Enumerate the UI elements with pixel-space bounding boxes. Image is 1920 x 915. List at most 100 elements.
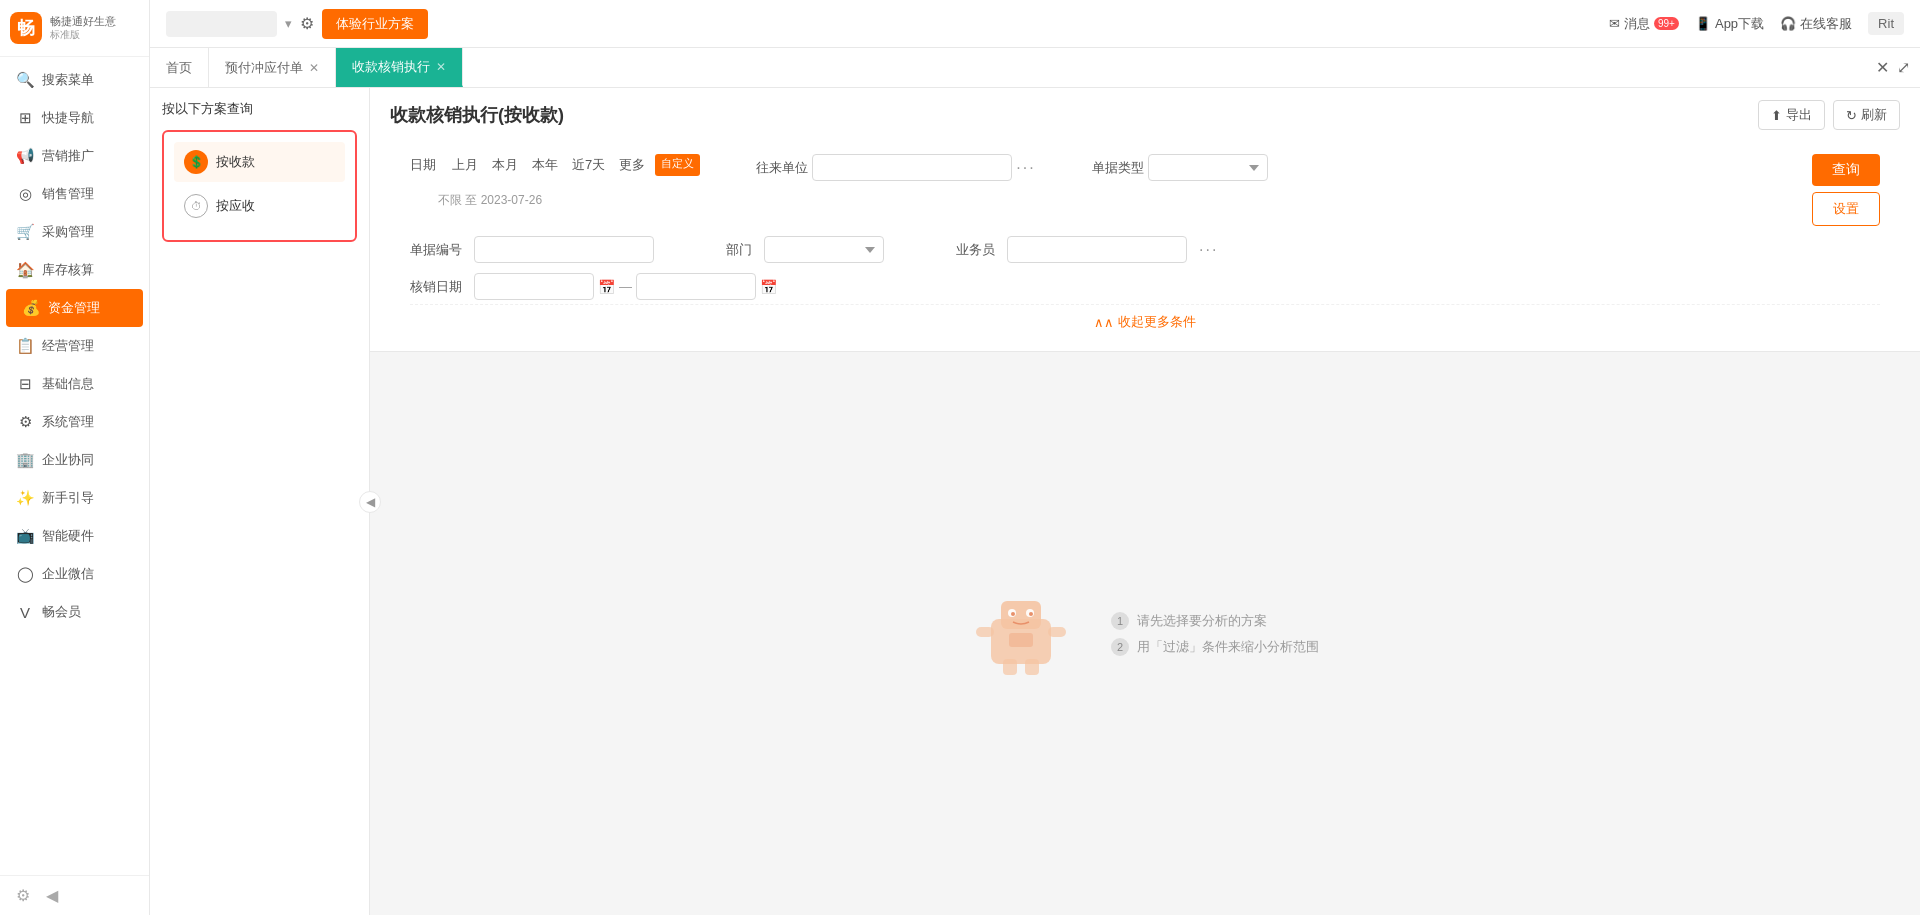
system-icon: ⚙ bbox=[16, 413, 34, 431]
sidebar-item-hardware[interactable]: 📺 智能硬件 bbox=[0, 517, 149, 555]
close-window-btn[interactable]: ✕ bbox=[1876, 58, 1889, 77]
marketing-icon: 📢 bbox=[16, 147, 34, 165]
message-item[interactable]: ✉ 消息 99+ bbox=[1609, 15, 1679, 33]
tab-prepay-close[interactable]: ✕ bbox=[309, 61, 319, 75]
department-select[interactable] bbox=[764, 236, 884, 263]
verify-date-start-input[interactable]: 2023-03-01 bbox=[474, 273, 594, 300]
sidebar-item-finance[interactable]: 💰 资金管理 bbox=[6, 289, 143, 327]
headset-icon: 🎧 bbox=[1780, 16, 1796, 31]
right-content-panel: 收款核销执行(按收款) ⬆ 导出 ↻ 刷新 bbox=[370, 88, 1920, 915]
collapse-more-btn[interactable]: ∧∧ 收起更多条件 bbox=[410, 304, 1880, 339]
filter-row-2: 单据编号 部门 业务员 ··· bbox=[410, 236, 1880, 263]
guide-icon: ✨ bbox=[16, 489, 34, 507]
collapse-sidebar-icon[interactable]: ◀ bbox=[46, 886, 58, 905]
sidebar-item-sales[interactable]: ◎ 销售管理 bbox=[0, 175, 149, 213]
page-title: 收款核销执行(按收款) bbox=[390, 103, 564, 127]
bill-no-input[interactable] bbox=[474, 236, 654, 263]
export-button[interactable]: ⬆ 导出 bbox=[1758, 100, 1825, 130]
calendar-start-icon[interactable]: 📅 bbox=[598, 279, 615, 295]
tab-home[interactable]: 首页 bbox=[150, 48, 209, 87]
empty-state-container: 1 请先选择要分析的方案 2 用「过滤」条件来缩小分析范围 bbox=[971, 589, 1319, 679]
svg-rect-9 bbox=[1025, 659, 1039, 675]
sidebar-item-guide[interactable]: ✨ 新手引导 bbox=[0, 479, 149, 517]
wechat-icon: ◯ bbox=[16, 565, 34, 583]
sidebar-item-wechat[interactable]: ◯ 企业微信 bbox=[0, 555, 149, 593]
settings-bottom-icon[interactable]: ⚙ bbox=[16, 886, 30, 905]
online-service-label: 在线客服 bbox=[1800, 15, 1852, 33]
date-this-year[interactable]: 本年 bbox=[528, 154, 562, 176]
topbar-left: ▾ ⚙ 体验行业方案 bbox=[166, 9, 1597, 39]
filter-row-1: 日期 上月 本月 本年 近7天 更多 自定义 bbox=[410, 154, 700, 176]
filter-settings-button[interactable]: 设置 bbox=[1812, 192, 1880, 226]
sidebar-item-system[interactable]: ⚙ 系统管理 bbox=[0, 403, 149, 441]
sidebar-item-marketing[interactable]: 📢 营销推广 bbox=[0, 137, 149, 175]
empty-tip-2: 2 用「过滤」条件来缩小分析范围 bbox=[1111, 638, 1319, 656]
date-more[interactable]: 更多 bbox=[615, 154, 649, 176]
sidebar-item-search[interactable]: 🔍 搜索菜单 bbox=[0, 61, 149, 99]
svg-rect-6 bbox=[976, 627, 994, 637]
sidebar: 畅 畅捷通好生意 标准版 🔍 搜索菜单 ⊞ 快捷导航 📢 营销推广 ◎ 销售管理… bbox=[0, 0, 150, 915]
sidebar-item-label: 企业微信 bbox=[42, 565, 94, 583]
date-quick-links: 上月 本月 本年 近7天 更多 自定义 bbox=[448, 154, 700, 176]
sidebar-item-basics[interactable]: ⊟ 基础信息 bbox=[0, 365, 149, 403]
app-download-item[interactable]: 📱 App下载 bbox=[1695, 15, 1764, 33]
sidebar-item-label: 快捷导航 bbox=[42, 109, 94, 127]
left-filter-panel: 按以下方案查询 💲 按收款 ⏱ 按应收 ◀ bbox=[150, 88, 370, 915]
filter-by-receipt[interactable]: 💲 按收款 bbox=[174, 142, 345, 182]
online-service-item[interactable]: 🎧 在线客服 bbox=[1780, 15, 1852, 33]
sidebar-item-operations[interactable]: 📋 经营管理 bbox=[0, 327, 149, 365]
empty-tips: 1 请先选择要分析的方案 2 用「过滤」条件来缩小分析范围 bbox=[1111, 612, 1319, 656]
page-title-row: 收款核销执行(按收款) ⬆ 导出 ↻ 刷新 bbox=[390, 100, 1900, 130]
date-last-month[interactable]: 上月 bbox=[448, 154, 482, 176]
refresh-button[interactable]: ↻ 刷新 bbox=[1833, 100, 1900, 130]
filter-options-box: 💲 按收款 ⏱ 按应收 bbox=[162, 130, 357, 242]
query-button[interactable]: 查询 bbox=[1812, 154, 1880, 186]
tab-receipt[interactable]: 收款核销执行 ✕ bbox=[336, 48, 463, 87]
svg-rect-10 bbox=[1009, 633, 1033, 647]
page-actions: ⬆ 导出 ↻ 刷新 bbox=[1758, 100, 1900, 130]
counterparty-input[interactable] bbox=[812, 154, 1012, 181]
settings-icon[interactable]: ⚙ bbox=[300, 14, 314, 33]
verify-date-end-input[interactable]: 2023-07-21 bbox=[636, 273, 756, 300]
app-logo: 畅 畅捷通好生意 标准版 bbox=[0, 0, 149, 57]
tab-receipt-close[interactable]: ✕ bbox=[436, 60, 446, 74]
staff-more-btn[interactable]: ··· bbox=[1199, 241, 1218, 259]
bill-type-select[interactable] bbox=[1148, 154, 1268, 181]
counterparty-more-btn[interactable]: ··· bbox=[1016, 159, 1035, 177]
date-no-limit: 不限 至 2023-07-26 bbox=[438, 192, 700, 209]
verify-date-label: 核销日期 bbox=[410, 278, 462, 296]
hardware-icon: 📺 bbox=[16, 527, 34, 545]
date-7days[interactable]: 近7天 bbox=[568, 154, 609, 176]
sidebar-item-enterprise[interactable]: 🏢 企业协同 bbox=[0, 441, 149, 479]
calendar-end-icon[interactable]: 📅 bbox=[760, 279, 777, 295]
maximize-window-btn[interactable]: ⤢ bbox=[1897, 58, 1910, 77]
empty-tip-1: 1 请先选择要分析的方案 bbox=[1111, 612, 1319, 630]
dropdown-icon[interactable]: ▾ bbox=[285, 16, 292, 31]
svg-rect-8 bbox=[1003, 659, 1017, 675]
tab-window-actions: ✕ ⤢ bbox=[1866, 48, 1920, 87]
sidebar-item-member[interactable]: V 畅会员 bbox=[0, 593, 149, 631]
sidebar-menu: 🔍 搜索菜单 ⊞ 快捷导航 📢 营销推广 ◎ 销售管理 🛒 采购管理 🏠 库存核… bbox=[0, 57, 149, 875]
search-icon: 🔍 bbox=[16, 71, 34, 89]
svg-point-4 bbox=[1011, 612, 1015, 616]
sidebar-item-label: 系统管理 bbox=[42, 413, 94, 431]
sidebar-item-purchase[interactable]: 🛒 采购管理 bbox=[0, 213, 149, 251]
sidebar-item-inventory[interactable]: 🏠 库存核算 bbox=[0, 251, 149, 289]
date-this-month[interactable]: 本月 bbox=[488, 154, 522, 176]
filter-panel-title: 按以下方案查询 bbox=[162, 100, 357, 118]
app-download-label: App下载 bbox=[1715, 15, 1764, 33]
filter-by-receivable[interactable]: ⏱ 按应收 bbox=[174, 186, 345, 226]
panel-collapse-btn[interactable]: ◀ bbox=[359, 491, 381, 513]
staff-input[interactable] bbox=[1007, 236, 1187, 263]
date-custom-tag[interactable]: 自定义 bbox=[655, 154, 700, 176]
user-placeholder bbox=[176, 16, 267, 31]
user-avatar[interactable]: Rit bbox=[1868, 12, 1904, 35]
collapse-up-icon: ∧∧ bbox=[1094, 315, 1114, 330]
inventory-icon: 🏠 bbox=[16, 261, 34, 279]
industry-button[interactable]: 体验行业方案 bbox=[322, 9, 428, 39]
sidebar-item-label: 采购管理 bbox=[42, 223, 94, 241]
tab-prepay[interactable]: 预付冲应付单 ✕ bbox=[209, 48, 336, 87]
grid-icon: ⊞ bbox=[16, 109, 34, 127]
sidebar-item-quicknav[interactable]: ⊞ 快捷导航 bbox=[0, 99, 149, 137]
department-label: 部门 bbox=[726, 241, 752, 259]
